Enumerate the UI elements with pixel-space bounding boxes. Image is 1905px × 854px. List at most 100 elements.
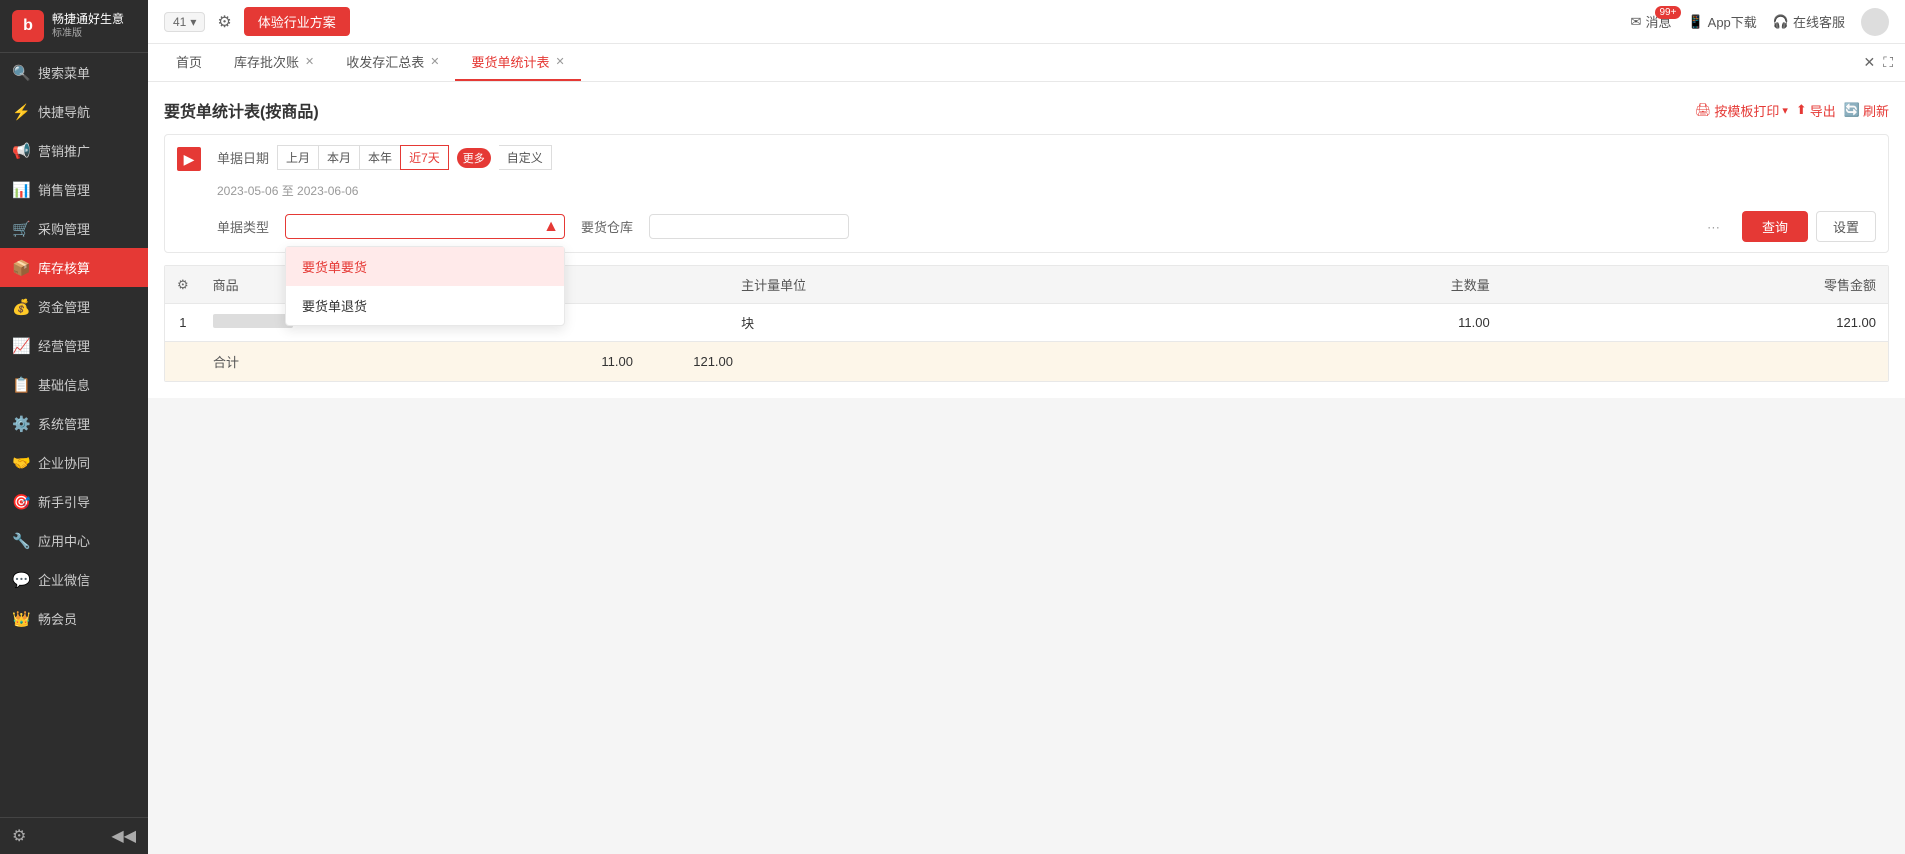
sidebar-item-0[interactable]: 🔍搜索菜单 — [0, 53, 148, 92]
sidebar-item-6[interactable]: 💰资金管理 — [0, 287, 148, 326]
sidebar-item-2[interactable]: 📢营销推广 — [0, 131, 148, 170]
cell-index-0: 1 — [165, 304, 201, 342]
sidebar-footer: ⚙ ◀◀ — [0, 817, 148, 854]
tab-fullscreen-btn[interactable]: ⛶ — [1883, 54, 1893, 71]
sidebar-item-14[interactable]: 👑 畅会员 — [0, 599, 148, 638]
online-service-label: 在线客服 — [1793, 12, 1845, 31]
sidebar-item-4[interactable]: 🛒采购管理 — [0, 209, 148, 248]
topbar: 41 ▾ ⚙ 体验行业方案 ✉ 消息 99+ 📱 App下载 🎧 在线客服 — [148, 0, 1905, 44]
sidebar-item-12[interactable]: 🔧应用中心 — [0, 521, 148, 560]
date-btn-last-month[interactable]: 上月 — [277, 145, 318, 170]
content-area: 要货单统计表(按商品) 🖨 按模板打印 ▾ ⬆ 导出 🔄 刷新 — [148, 82, 1905, 854]
sidebar-icon-14: 👑 — [12, 610, 30, 628]
type-filter-input[interactable] — [285, 214, 565, 239]
sidebar-icon-3: 📊 — [12, 181, 30, 199]
message-icon: ✉ — [1631, 14, 1642, 30]
sidebar-item-9[interactable]: ⚙️系统管理 — [0, 404, 148, 443]
sidebar-item-8[interactable]: 📋 基础信息 — [0, 365, 148, 404]
tab-close-all-btn[interactable]: ✕ — [1863, 54, 1875, 71]
page-title: 要货单统计表(按商品) — [164, 98, 319, 122]
sidebar-item-7[interactable]: 📈经营管理 — [0, 326, 148, 365]
col-settings-icon[interactable]: ⚙ — [177, 277, 189, 292]
message-badge: 99+ — [1655, 6, 1682, 19]
sidebar-label-8: 基础信息 — [38, 375, 90, 394]
type-filter-label: 单据类型 — [217, 217, 269, 236]
warehouse-filter-label: 要货仓库 — [581, 217, 633, 236]
tab-close-3[interactable]: ✕ — [556, 55, 565, 68]
page-actions: 🖨 按模板打印 ▾ ⬆ 导出 🔄 刷新 — [1695, 101, 1889, 120]
warehouse-dots-btn[interactable]: ··· — [1707, 219, 1720, 234]
type-filter-section: ▲ 要货单要货 要货单退货 — [285, 214, 565, 239]
sidebar-nav: 🔍搜索菜单 ⚡ 快捷导航 📢营销推广 📊 销售管理 🛒采购管理📦库存核算💰资金管理📈经营管理… — [0, 53, 148, 817]
footer-qty: 11.00 — [545, 354, 645, 369]
tab-label-2: 收发存汇总表 — [346, 52, 424, 71]
footer-label: 合计 — [165, 352, 545, 371]
sidebar-icon-4: 🛒 — [12, 220, 30, 238]
date-btn-this-month[interactable]: 本月 — [318, 145, 359, 170]
cell-unit-0: 块 — [729, 304, 1181, 342]
filter-expand-btn[interactable]: ▶ — [177, 147, 201, 171]
sidebar-label-6: 资金管理 — [38, 297, 90, 316]
tab-close-1[interactable]: ✕ — [305, 55, 314, 68]
tab-2[interactable]: 收发存汇总表 ✕ — [330, 44, 455, 81]
collapse-icon[interactable]: ◀◀ — [111, 826, 136, 846]
footer-amount-value: 121.00 — [693, 354, 733, 369]
page-header: 要货单统计表(按商品) 🖨 按模板打印 ▾ ⬆ 导出 🔄 刷新 — [164, 98, 1889, 122]
print-btn[interactable]: 🖨 按模板打印 ▾ — [1695, 101, 1788, 120]
date-custom-btn[interactable]: 自定义 — [499, 145, 552, 170]
sidebar-label-10: 企业协同 — [38, 453, 90, 472]
sidebar-item-13[interactable]: 💬企业微信 — [0, 560, 148, 599]
tab-3[interactable]: 要货单统计表 ✕ — [455, 44, 580, 81]
sidebar-item-3[interactable]: 📊 销售管理 — [0, 170, 148, 209]
tab-close-2[interactable]: ✕ — [430, 55, 439, 68]
headset-icon: 🎧 — [1773, 14, 1789, 30]
refresh-btn[interactable]: 🔄 刷新 — [1844, 101, 1889, 120]
date-more-btn[interactable]: 更多 — [457, 148, 491, 168]
export-btn[interactable]: ⬆ 导出 — [1796, 101, 1836, 120]
dropdown-item-yaohuo[interactable]: 要货单要货 — [286, 247, 564, 286]
tab-1[interactable]: 库存批次账 ✕ — [218, 44, 330, 81]
tab-0[interactable]: 首页 — [160, 44, 218, 81]
date-filter-label: 单据日期 — [217, 148, 269, 167]
col-unit: 主计量单位 — [729, 266, 1181, 304]
sidebar-item-5[interactable]: 📦库存核算 — [0, 248, 148, 287]
settings-topbar-icon[interactable]: ⚙ — [217, 12, 231, 32]
date-btn-this-year[interactable]: 本年 — [359, 145, 400, 170]
sidebar-icon-8: 📋 — [12, 376, 30, 394]
date-filter-row: 单据日期 上月 本月 本年 近7天 更多 自定义 — [217, 145, 552, 170]
sidebar-icon-12: 🔧 — [12, 532, 30, 550]
sidebar-item-11[interactable]: 🎯新手引导 — [0, 482, 148, 521]
settings-icon[interactable]: ⚙ — [12, 826, 26, 846]
sidebar-icon-2: 📢 — [12, 142, 30, 160]
sidebar-label-9: 系统管理 — [38, 414, 90, 433]
app-download-btn[interactable]: 📱 App下载 — [1687, 12, 1756, 31]
tabbar: 首页库存批次账 ✕收发存汇总表 ✕要货单统计表 ✕✕⛶ — [148, 44, 1905, 82]
online-service-btn[interactable]: 🎧 在线客服 — [1773, 12, 1845, 31]
sidebar-item-10[interactable]: 🤝企业协同 — [0, 443, 148, 482]
sidebar-label-1: 快捷导航 — [38, 102, 90, 121]
sidebar-label-14: 畅会员 — [38, 609, 77, 628]
footer-amount: 121.00 — [645, 354, 745, 369]
settings-filter-btn[interactable]: 设置 — [1816, 211, 1876, 242]
message-btn[interactable]: ✉ 消息 99+ — [1631, 12, 1672, 31]
trial-btn[interactable]: 体验行业方案 — [244, 7, 350, 36]
chevron-down-icon[interactable]: ▾ — [190, 15, 196, 29]
sidebar-item-1[interactable]: ⚡ 快捷导航 — [0, 92, 148, 131]
sidebar-icon-1: ⚡ — [12, 103, 30, 121]
sidebar-icon-5: 📦 — [12, 259, 30, 277]
type-clear-btn[interactable]: ▲ — [543, 219, 559, 235]
print-label: 按模板打印 — [1714, 101, 1779, 120]
col-settings: ⚙ — [165, 266, 201, 304]
query-btn[interactable]: 查询 — [1742, 211, 1808, 242]
warehouse-filter-input[interactable] — [649, 214, 849, 239]
date-btn-7days[interactable]: 近7天 — [400, 145, 449, 170]
sidebar-label-0: 搜索菜单 — [38, 63, 90, 82]
dropdown-item-tuihuo[interactable]: 要货单退货 — [286, 286, 564, 325]
main-area: 41 ▾ ⚙ 体验行业方案 ✉ 消息 99+ 📱 App下载 🎧 在线客服 首 — [148, 0, 1905, 854]
sidebar-label-11: 新手引导 — [38, 492, 90, 511]
user-avatar[interactable] — [1861, 8, 1889, 36]
sidebar-icon-13: 💬 — [12, 571, 30, 589]
chevron-down-icon[interactable]: ▾ — [1782, 104, 1788, 117]
page-container: 要货单统计表(按商品) 🖨 按模板打印 ▾ ⬆ 导出 🔄 刷新 — [148, 82, 1905, 398]
sidebar-label-3: 销售管理 — [38, 180, 90, 199]
